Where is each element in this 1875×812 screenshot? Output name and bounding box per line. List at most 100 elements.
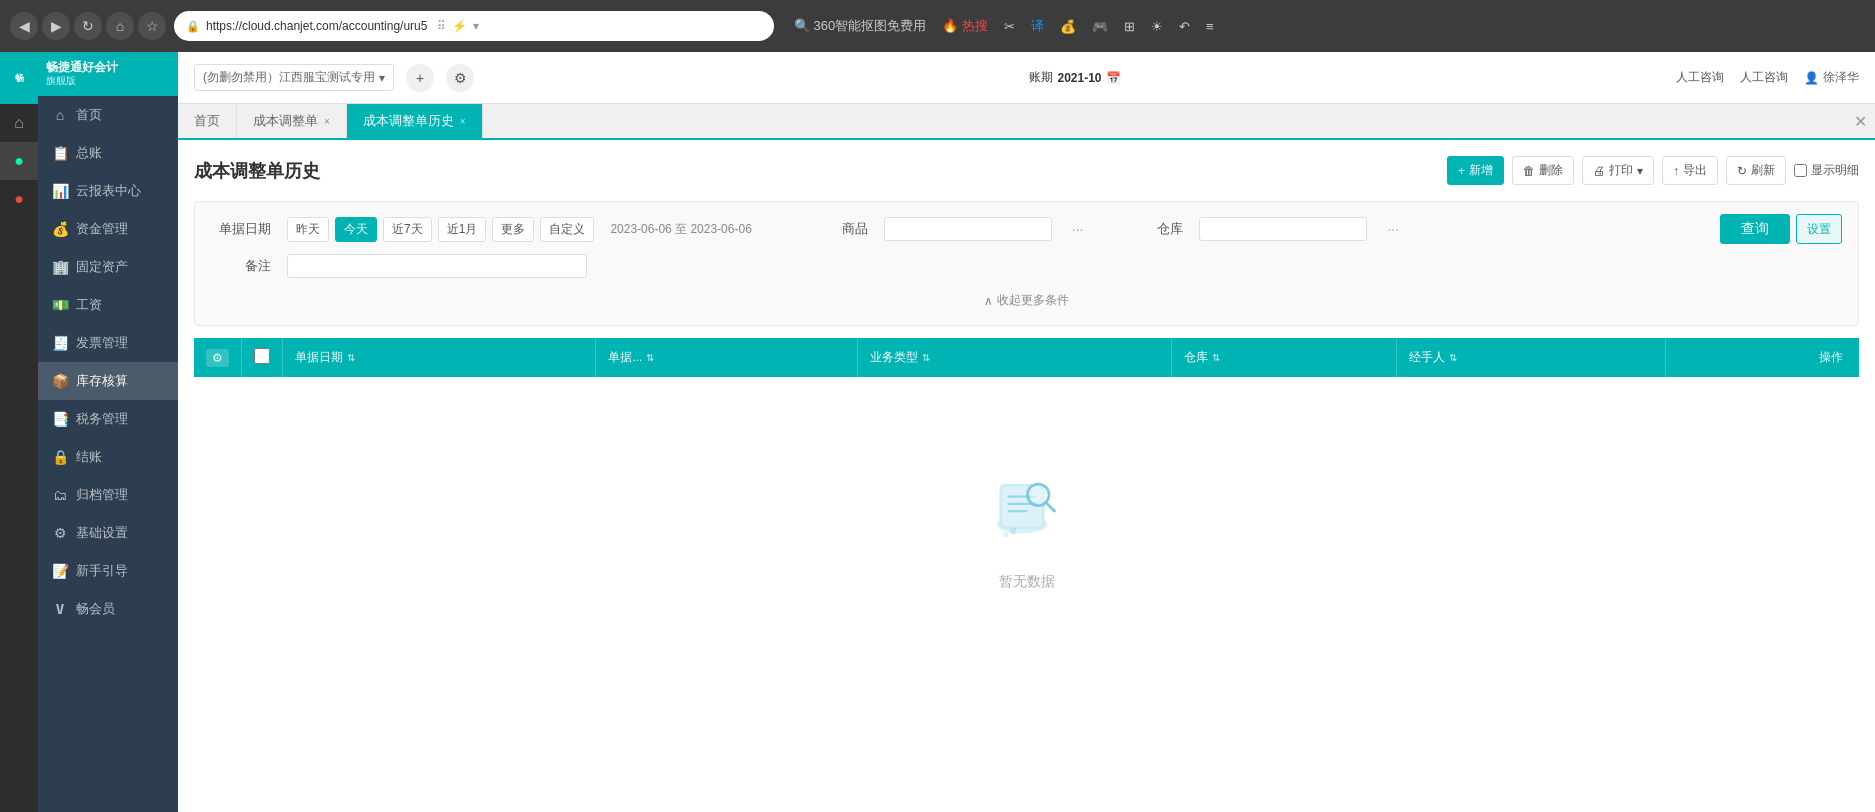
- undo-tool[interactable]: ↶: [1175, 17, 1194, 36]
- sun-tool[interactable]: ☀: [1147, 17, 1167, 36]
- warehouse-input[interactable]: [1199, 217, 1367, 241]
- user-avatar[interactable]: 👤 徐泽华: [1804, 69, 1859, 86]
- guide-icon: 📝: [52, 563, 68, 579]
- th-date[interactable]: 单据日期 ⇅: [283, 338, 596, 377]
- back-button[interactable]: ◀: [10, 12, 38, 40]
- sidebar-item-fixed[interactable]: 🏢 固定资产: [38, 248, 178, 286]
- refresh-button[interactable]: ↻: [74, 12, 102, 40]
- yesterday-btn[interactable]: 昨天: [287, 217, 329, 242]
- export-button[interactable]: ↑ 导出: [1662, 156, 1718, 185]
- sidebar-item-reports[interactable]: 📊 云报表中心: [38, 172, 178, 210]
- grid-tool[interactable]: ⊞: [1120, 17, 1139, 36]
- refresh-button[interactable]: ↻ 刷新: [1726, 156, 1786, 185]
- goods-dots[interactable]: ···: [1072, 221, 1084, 237]
- th-operator[interactable]: 经手人 ⇅: [1396, 338, 1665, 377]
- week-btn[interactable]: 近7天: [383, 217, 432, 242]
- add-company-btn[interactable]: +: [406, 64, 434, 92]
- th-settings[interactable]: ⚙: [194, 338, 242, 377]
- period-info: 账期 2021-10 📅: [1029, 69, 1120, 86]
- date-filter-label: 单据日期: [211, 220, 271, 238]
- company-label: (勿删勿禁用）江西服宝测试专用: [203, 69, 375, 86]
- sidebar-item-member[interactable]: V 畅会员: [38, 590, 178, 628]
- app-bar-item-2[interactable]: ●: [0, 180, 38, 218]
- new-label: 新增: [1469, 162, 1493, 179]
- sidebar-item-home[interactable]: ⌂ 首页: [38, 96, 178, 134]
- company-settings-btn[interactable]: ⚙: [446, 64, 474, 92]
- th-number[interactable]: 单据... ⇅: [596, 338, 858, 377]
- scissors-tool[interactable]: ✂: [1000, 17, 1019, 36]
- invoice-icon: 🧾: [52, 335, 68, 351]
- app-wrapper: 畅 ⌂ ● ● 畅捷通好会计 旗舰版 ⌂ 首页 📋 总账 📊 云报表中心: [0, 52, 1875, 812]
- sidebar-item-invoice[interactable]: 🧾 发票管理: [38, 324, 178, 362]
- coin-tool[interactable]: 💰: [1056, 17, 1080, 36]
- consult-label[interactable]: 人工咨询: [1740, 69, 1788, 86]
- calendar-icon[interactable]: 📅: [1106, 71, 1121, 85]
- show-detail-input[interactable]: [1794, 164, 1807, 177]
- print-button[interactable]: 🖨 打印 ▾: [1582, 156, 1654, 185]
- app-bar-active[interactable]: ●: [0, 142, 38, 180]
- forward-button[interactable]: ▶: [42, 12, 70, 40]
- company-selector[interactable]: (勿删勿禁用）江西服宝测试专用 ▾: [194, 64, 394, 91]
- app-bar-home[interactable]: ⌂: [0, 104, 38, 142]
- filter-settings-btn[interactable]: 设置: [1796, 214, 1842, 244]
- translate-tool[interactable]: 译: [1027, 15, 1048, 37]
- sidebar-item-inventory[interactable]: 📦 库存核算: [38, 362, 178, 400]
- goods-input[interactable]: [884, 217, 1052, 241]
- consult-btn[interactable]: 人工咨询: [1676, 69, 1724, 86]
- sidebar-logo-sub: 旗舰版: [46, 74, 118, 88]
- sort-operator[interactable]: 经手人 ⇅: [1409, 349, 1653, 366]
- close-accounts-icon: 🔒: [52, 449, 68, 465]
- sort-number[interactable]: 单据... ⇅: [608, 349, 845, 366]
- sidebar-item-tax[interactable]: 📑 税务管理: [38, 400, 178, 438]
- remark-input[interactable]: [287, 254, 587, 278]
- sidebar-item-funds[interactable]: 💰 资金管理: [38, 210, 178, 248]
- sidebar-item-settings[interactable]: ⚙ 基础设置: [38, 514, 178, 552]
- window-close-btn[interactable]: ✕: [1846, 112, 1875, 131]
- select-all-checkbox[interactable]: [254, 348, 270, 364]
- new-button[interactable]: + 新增: [1447, 156, 1504, 185]
- sort-number-icon: ⇅: [646, 352, 654, 363]
- star-button[interactable]: ☆: [138, 12, 166, 40]
- today-btn[interactable]: 今天: [335, 217, 377, 242]
- delete-button[interactable]: 🗑 删除: [1512, 156, 1574, 185]
- sort-type[interactable]: 业务类型 ⇅: [870, 349, 1158, 366]
- th-warehouse-label: 仓库: [1184, 349, 1208, 366]
- month-btn[interactable]: 近1月: [438, 217, 487, 242]
- tab-cost-adjust-close[interactable]: ×: [324, 116, 330, 127]
- query-button[interactable]: 查询: [1720, 214, 1790, 244]
- th-type-label: 业务类型: [870, 349, 918, 366]
- date-range-text: 2023-06-06 至 2023-06-06: [610, 221, 751, 238]
- sidebar-label-member: 畅会员: [76, 600, 115, 618]
- address-bar[interactable]: 🔒 https://cloud.chanjet.com/accounting/u…: [174, 11, 774, 41]
- sidebar-item-close[interactable]: 🔒 结账: [38, 438, 178, 476]
- table-gear-icon[interactable]: ⚙: [206, 349, 229, 367]
- home-button[interactable]: ⌂: [106, 12, 134, 40]
- date-filter: 昨天 今天 近7天 近1月 更多 自定义: [287, 217, 594, 242]
- th-type[interactable]: 业务类型 ⇅: [858, 338, 1171, 377]
- custom-btn[interactable]: 自定义: [540, 217, 594, 242]
- collapse-button[interactable]: ∧ 收起更多条件: [976, 288, 1077, 313]
- sidebar-item-guide[interactable]: 📝 新手引导: [38, 552, 178, 590]
- home-icon: ⌂: [52, 107, 68, 123]
- sidebar-item-archive[interactable]: 🗂 归档管理: [38, 476, 178, 514]
- sidebar-item-ledger[interactable]: 📋 总账: [38, 134, 178, 172]
- menu-tool[interactable]: ≡: [1202, 17, 1218, 36]
- game-tool[interactable]: 🎮: [1088, 17, 1112, 36]
- sort-date[interactable]: 单据日期 ⇅: [295, 349, 583, 366]
- tab-cost-adjust[interactable]: 成本调整单 ×: [237, 104, 347, 138]
- tab-cost-adjust-history-label: 成本调整单历史: [363, 112, 454, 130]
- tab-home[interactable]: 首页: [178, 104, 237, 138]
- sort-warehouse[interactable]: 仓库 ⇅: [1184, 349, 1384, 366]
- table-header: ⚙ 单据日期 ⇅ 单据...: [194, 338, 1859, 377]
- warehouse-dots[interactable]: ···: [1387, 221, 1399, 237]
- funds-icon: 💰: [52, 221, 68, 237]
- export-label: 导出: [1683, 162, 1707, 179]
- search-tool[interactable]: 🔍 360智能抠图免费用: [790, 15, 930, 37]
- hot-search[interactable]: 🔥 热搜: [938, 15, 992, 37]
- tab-cost-adjust-history-close[interactable]: ×: [460, 116, 466, 127]
- more-btn[interactable]: 更多: [492, 217, 534, 242]
- sidebar-item-salary[interactable]: 💵 工资: [38, 286, 178, 324]
- th-warehouse[interactable]: 仓库 ⇅: [1171, 338, 1396, 377]
- show-detail-checkbox[interactable]: 显示明细: [1794, 162, 1859, 179]
- tab-cost-adjust-history[interactable]: 成本调整单历史 ×: [347, 104, 483, 138]
